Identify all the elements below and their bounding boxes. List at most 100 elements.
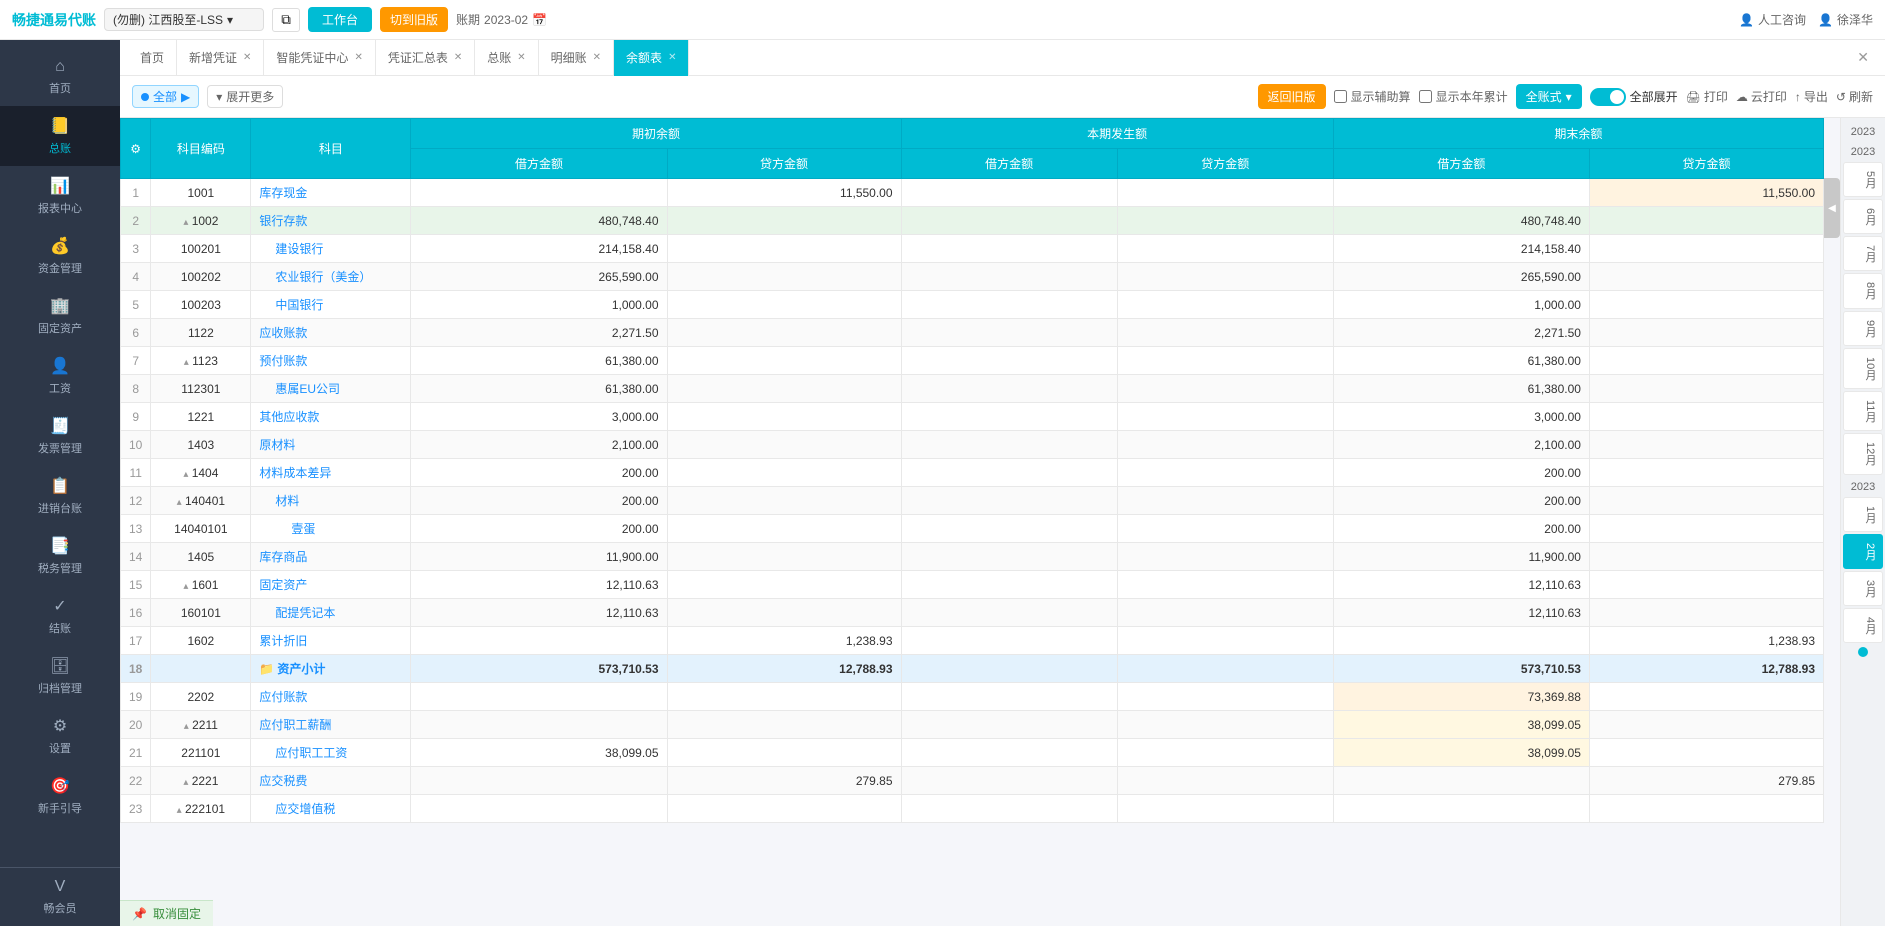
right-panel-month-2[interactable]: 2月 xyxy=(1843,534,1883,569)
right-panel-month-10[interactable]: 10月 xyxy=(1843,348,1883,389)
sidebar-item-home[interactable]: ⌂ 首页 xyxy=(0,48,120,106)
copy-button[interactable]: ⧉ xyxy=(272,8,300,32)
tab-ledger[interactable]: 总账 ✕ xyxy=(475,40,538,76)
panel-toggle-arrow[interactable]: ◀ xyxy=(1824,178,1840,238)
row-name[interactable]: 银行存款 xyxy=(251,207,411,235)
sidebar-item-settings[interactable]: ⚙ 设置 xyxy=(0,706,120,766)
sidebar-item-funds[interactable]: 💰 资金管理 xyxy=(0,226,120,286)
top-bar: 畅捷通易代账 (勿删) 江西股至-LSS ▾ ⧉ 工作台 切到旧版 账期 202… xyxy=(0,0,1885,40)
settlement-icon: ✓ xyxy=(53,596,66,616)
sidebar-item-fixed-assets[interactable]: 🏢 固定资产 xyxy=(0,286,120,346)
row-name[interactable]: 壹蛋 xyxy=(251,515,411,543)
tab-new-voucher-close[interactable]: ✕ xyxy=(243,52,251,63)
row-name[interactable]: 累计折旧 xyxy=(251,627,411,655)
row-name[interactable]: 农业银行（美金） xyxy=(251,263,411,291)
sidebar-item-settlement[interactable]: ✓ 结账 xyxy=(0,586,120,646)
row-name[interactable]: 库存现金 xyxy=(251,179,411,207)
row-name[interactable]: 库存商品 xyxy=(251,543,411,571)
calendar-icon[interactable]: 📅 xyxy=(532,13,547,27)
right-panel-month-4[interactable]: 4月 xyxy=(1843,608,1883,643)
expand-button[interactable]: ▾ 展开更多 xyxy=(207,85,283,108)
sidebar-item-archive[interactable]: 🗄 归档管理 xyxy=(0,646,120,706)
tab-home[interactable]: 首页 xyxy=(128,40,177,76)
row-cur-debit xyxy=(901,291,1117,319)
row-name[interactable]: 材料 xyxy=(251,487,411,515)
sidebar-item-purchase[interactable]: 📋 进销台账 xyxy=(0,466,120,526)
row-cl-debit xyxy=(1333,795,1589,823)
tab-balance-close[interactable]: ✕ xyxy=(668,52,676,63)
sidebar-label-funds: 资金管理 xyxy=(38,260,82,276)
row-op-debit: 265,590.00 xyxy=(411,263,667,291)
row-name[interactable]: 应付职工薪酬 xyxy=(251,711,411,739)
row-op-credit xyxy=(667,543,901,571)
row-name[interactable]: 材料成本差异 xyxy=(251,459,411,487)
right-panel-month-3[interactable]: 3月 xyxy=(1843,571,1883,606)
right-panel-month-8[interactable]: 8月 xyxy=(1843,273,1883,308)
row-name[interactable]: 应付账款 xyxy=(251,683,411,711)
expand-row-icon: ▴ xyxy=(183,469,188,480)
tab-detail[interactable]: 明细账 ✕ xyxy=(539,40,614,76)
sidebar-item-invoice[interactable]: 🧾 发票管理 xyxy=(0,406,120,466)
sidebar-item-ledger[interactable]: 📒 总账 xyxy=(0,106,120,166)
tab-smart-voucher-close[interactable]: ✕ xyxy=(354,52,362,63)
row-name[interactable]: 应收账款 xyxy=(251,319,411,347)
row-name[interactable]: 📁资产小计 xyxy=(251,655,411,683)
filter-all[interactable]: 全部 ▶ xyxy=(132,85,199,108)
show-aux-checkbox[interactable] xyxy=(1334,90,1347,103)
right-panel-month-7[interactable]: 7月 xyxy=(1843,236,1883,271)
export-button[interactable]: ↑ 导出 xyxy=(1795,88,1828,105)
row-name[interactable]: 应交增值税 xyxy=(251,795,411,823)
workbench-button[interactable]: 工作台 xyxy=(308,7,372,32)
row-name[interactable]: 中国银行 xyxy=(251,291,411,319)
row-code: 1405 xyxy=(151,543,251,571)
closing-group-header: 期末余额 xyxy=(1333,119,1823,149)
row-cl-debit: 38,099.05 xyxy=(1333,711,1589,739)
print-button[interactable]: 🖨 打印 xyxy=(1686,88,1728,105)
row-name[interactable]: 原材料 xyxy=(251,431,411,459)
row-op-credit: 11,550.00 xyxy=(667,179,901,207)
sidebar-item-reports[interactable]: 📊 报表中心 xyxy=(0,166,120,226)
row-code: 1122 xyxy=(151,319,251,347)
row-name[interactable]: 惠属EU公司 xyxy=(251,375,411,403)
show-aux-checkbox-group[interactable]: 显示辅助算 xyxy=(1334,88,1411,105)
tab-detail-close[interactable]: ✕ xyxy=(593,52,601,63)
row-cl-credit xyxy=(1589,543,1823,571)
sidebar-item-member[interactable]: V 畅会员 xyxy=(0,868,120,926)
cloud-print-button[interactable]: ☁ 云打印 xyxy=(1736,88,1787,105)
tab-ledger-close[interactable]: ✕ xyxy=(517,52,525,63)
switch-old-button[interactable]: 切到旧版 xyxy=(380,7,448,32)
row-name[interactable]: 建设银行 xyxy=(251,235,411,263)
right-panel-month-1[interactable]: 1月 xyxy=(1843,497,1883,532)
tab-smart-voucher[interactable]: 智能凭证中心 ✕ xyxy=(264,40,375,76)
refresh-button[interactable]: ↺ 刷新 xyxy=(1836,88,1873,105)
row-name[interactable]: 预付账款 xyxy=(251,347,411,375)
bottom-pin-icon: 📌 xyxy=(132,907,147,921)
tab-voucher-summary-close[interactable]: ✕ xyxy=(454,52,462,63)
sidebar-item-guide[interactable]: 🎯 新手引导 xyxy=(0,766,120,826)
row-name[interactable]: 其他应收款 xyxy=(251,403,411,431)
tab-voucher-summary[interactable]: 凭证汇总表 ✕ xyxy=(376,40,475,76)
style-dropdown-button[interactable]: 全账式 ▾ xyxy=(1516,84,1582,109)
show-ytd-checkbox-group[interactable]: 显示本年累计 xyxy=(1419,88,1508,105)
tab-voucher-summary-label: 凭证汇总表 xyxy=(388,49,448,66)
right-panel-month-5[interactable]: 5月 xyxy=(1843,162,1883,197)
tab-new-voucher[interactable]: 新增凭证 ✕ xyxy=(177,40,264,76)
company-selector[interactable]: (勿删) 江西股至-LSS ▾ xyxy=(104,8,264,31)
close-all-button[interactable]: ✕ xyxy=(1849,49,1877,66)
back-old-button[interactable]: 返回旧版 xyxy=(1258,84,1326,109)
sidebar-item-payroll[interactable]: 👤 工资 xyxy=(0,346,120,406)
sidebar-label-settlement: 结账 xyxy=(49,620,71,636)
sidebar-item-tax[interactable]: 📑 税务管理 xyxy=(0,526,120,586)
row-name[interactable]: 应交税费 xyxy=(251,767,411,795)
right-panel-month-12[interactable]: 12月 xyxy=(1843,433,1883,474)
show-ytd-checkbox[interactable] xyxy=(1419,90,1432,103)
row-name[interactable]: 配提凭记本 xyxy=(251,599,411,627)
right-panel-month-11[interactable]: 11月 xyxy=(1843,391,1883,431)
row-name[interactable]: 应付职工工资 xyxy=(251,739,411,767)
row-name[interactable]: 固定资产 xyxy=(251,571,411,599)
tab-balance[interactable]: 余额表 ✕ xyxy=(614,40,689,76)
right-panel-month-9[interactable]: 9月 xyxy=(1843,311,1883,346)
service-button[interactable]: 👤 人工咨询 xyxy=(1739,11,1806,28)
expand-toggle[interactable] xyxy=(1590,88,1626,106)
right-panel-month-6[interactable]: 6月 xyxy=(1843,199,1883,234)
